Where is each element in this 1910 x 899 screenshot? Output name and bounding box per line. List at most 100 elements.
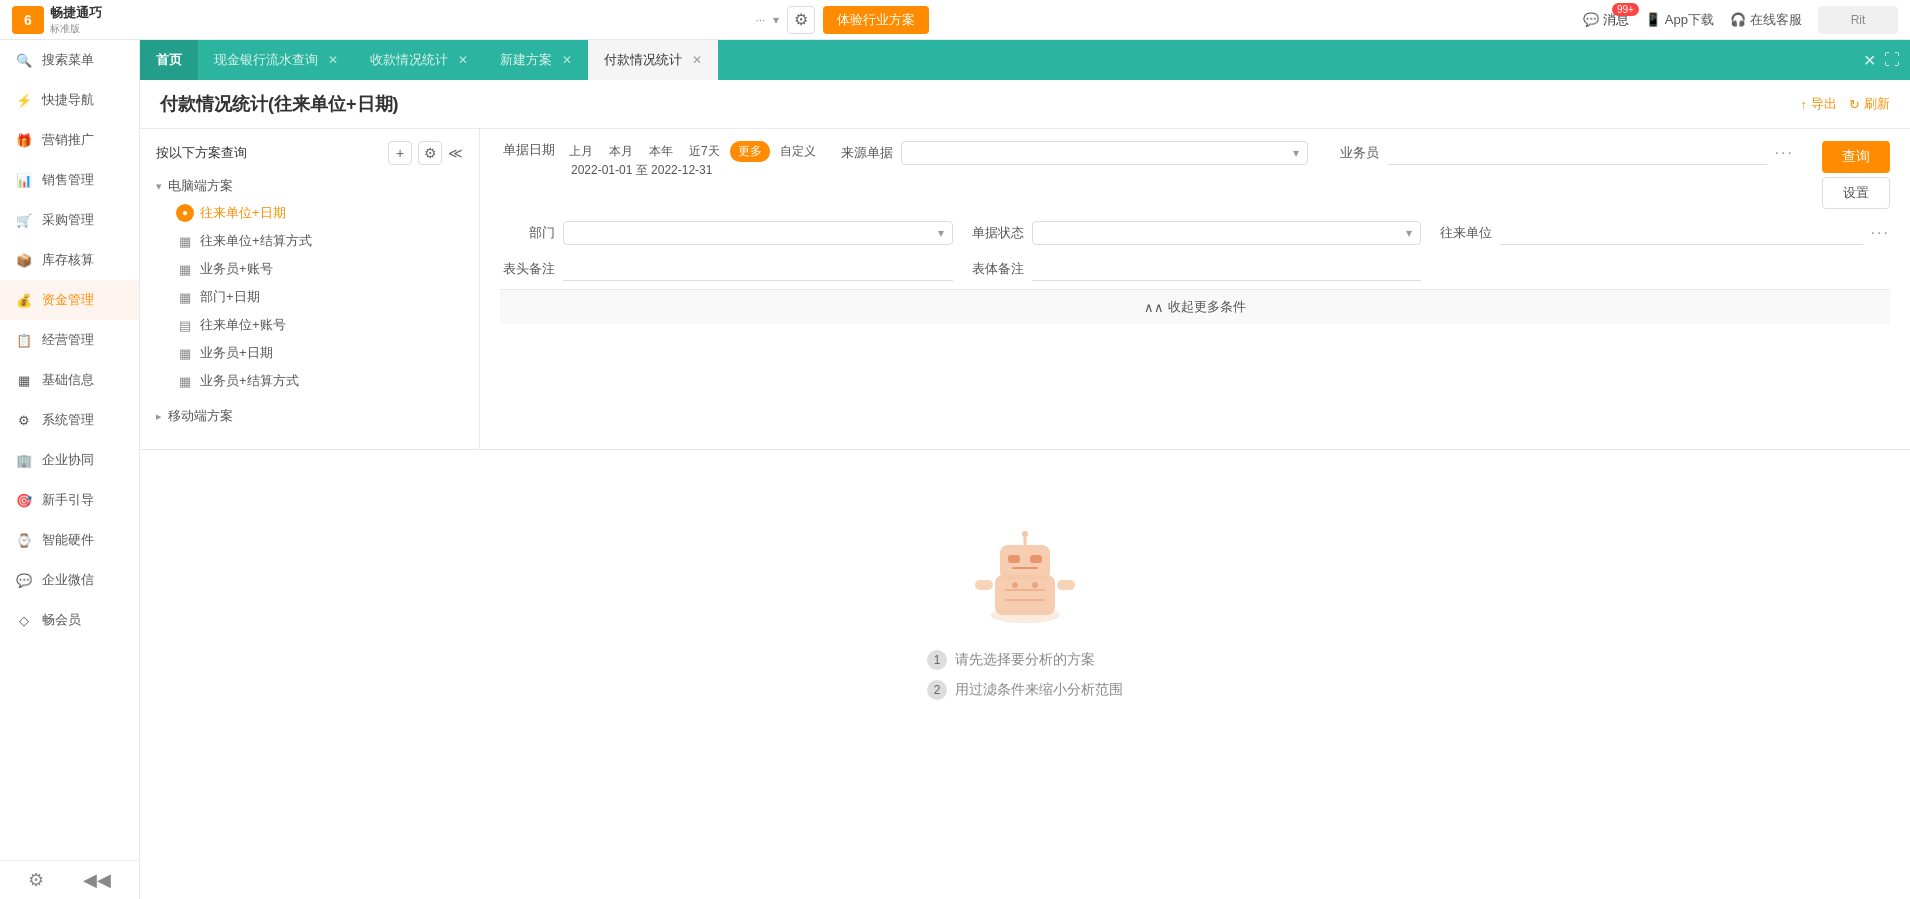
tab-bank[interactable]: 现金银行流水查询 ✕: [198, 40, 354, 80]
logo-icon: 6: [12, 6, 44, 34]
date-tab-this-month[interactable]: 本月: [603, 141, 639, 162]
date-label: 单据日期: [500, 141, 555, 159]
filter-row-2: 部门 ▾ 单据状态 ▾: [500, 221, 1890, 245]
status-select[interactable]: ▾: [1032, 221, 1422, 245]
scheme-group-desktop-header[interactable]: ▾ 电脑端方案: [156, 173, 463, 199]
date-tab-this-year[interactable]: 本年: [643, 141, 679, 162]
date-tab-custom[interactable]: 自定义: [774, 141, 822, 162]
source-select[interactable]: ▾: [901, 141, 1308, 165]
note-head-label: 表头备注: [500, 260, 555, 278]
tab-close-all[interactable]: ✕: [1863, 51, 1876, 70]
sidebar-item-enterprise[interactable]: 🏢 企业协同: [0, 440, 139, 480]
status-label: 单据状态: [969, 224, 1024, 242]
scheme-item-unit-date[interactable]: ● 往来单位+日期: [156, 199, 463, 227]
avatar[interactable]: Rit: [1818, 6, 1898, 34]
wechat-icon: 💬: [14, 570, 34, 590]
online-service[interactable]: 🎧 在线客服: [1730, 11, 1802, 29]
tab-receipt-close[interactable]: ✕: [458, 53, 468, 67]
query-button[interactable]: 查询: [1822, 141, 1890, 173]
note-body-label: 表体备注: [969, 260, 1024, 278]
sidebar-collapse-btn[interactable]: ◀◀: [83, 869, 111, 891]
sidebar-item-sales[interactable]: 📊 销售管理: [0, 160, 139, 200]
tab-receipt[interactable]: 收款情况统计 ✕: [354, 40, 484, 80]
date-tab-more[interactable]: 更多: [730, 141, 770, 162]
scheme-add-btn[interactable]: +: [388, 141, 412, 165]
partner-more-btn[interactable]: ···: [1871, 224, 1890, 242]
note-head-input[interactable]: [563, 257, 953, 281]
sidebar-item-wechat[interactable]: 💬 企业微信: [0, 560, 139, 600]
staff-input[interactable]: [1387, 141, 1767, 165]
sidebar-item-marketing[interactable]: 🎁 营销推广: [0, 120, 139, 160]
tab-maximize[interactable]: ⛶: [1884, 51, 1900, 69]
scheme-item-unit-settle[interactable]: ▦ 往来单位+结算方式: [156, 227, 463, 255]
bar-icon: ▤: [176, 316, 194, 334]
partner-input[interactable]: [1500, 221, 1862, 245]
filter-partner-field: 往来单位 ···: [1437, 221, 1890, 245]
filter-note-body-field: 表体备注: [969, 257, 1422, 281]
trial-button[interactable]: 体验行业方案: [823, 6, 929, 34]
sidebar-settings-btn[interactable]: ⚙: [28, 869, 44, 891]
empty-hint-1: 1 请先选择要分析的方案: [927, 650, 1123, 670]
tab-new-close[interactable]: ✕: [562, 53, 572, 67]
scheme-item-unit-account[interactable]: ▤ 往来单位+账号: [156, 311, 463, 339]
sidebar-item-quick-nav[interactable]: ⚡ 快捷导航: [0, 80, 139, 120]
logo-sub: 标准版: [50, 22, 102, 36]
date-tab-last-month[interactable]: 上月: [563, 141, 599, 162]
export-icon: ↑: [1801, 97, 1808, 112]
sidebar-item-purchase[interactable]: 🛒 采购管理: [0, 200, 139, 240]
refresh-button[interactable]: ↻ 刷新: [1849, 95, 1890, 113]
scheme-item-staff-account[interactable]: ▦ 业务员+账号: [156, 255, 463, 283]
scheme-config-btn[interactable]: ⚙: [418, 141, 442, 165]
tab-new-scheme[interactable]: 新建方案 ✕: [484, 40, 588, 80]
filter-note-head-field: 表头备注: [500, 257, 953, 281]
gift-icon: 🎁: [14, 130, 34, 150]
svg-rect-8: [975, 580, 993, 590]
sidebar-item-inventory[interactable]: 📦 库存核算: [0, 240, 139, 280]
desktop-expand-arrow: ▾: [156, 180, 162, 193]
tab-home[interactable]: 首页: [140, 40, 198, 80]
tab-payment-close[interactable]: ✕: [692, 53, 702, 67]
nav-icon: ⚡: [14, 90, 34, 110]
svg-rect-2: [1000, 545, 1050, 580]
breadcrumb-dropdown[interactable]: ▾: [773, 13, 779, 27]
app-download[interactable]: 📱 App下载: [1645, 11, 1714, 29]
scheme-item-staff-date[interactable]: ▦ 业务员+日期: [156, 339, 463, 367]
sidebar-item-finance[interactable]: 💰 资金管理: [0, 280, 139, 320]
collapse-more-button[interactable]: ∧∧ 收起更多条件: [508, 298, 1882, 316]
staff-more-btn[interactable]: ···: [1775, 144, 1794, 162]
tab-bank-close[interactable]: ✕: [328, 53, 338, 67]
note-body-input[interactable]: [1032, 257, 1422, 281]
svg-rect-3: [1008, 555, 1020, 563]
sidebar-item-operation[interactable]: 📋 经营管理: [0, 320, 139, 360]
app-icon: 📱: [1645, 12, 1661, 27]
page-title: 付款情况统计(往来单位+日期): [160, 92, 399, 116]
scheme-group-desktop: ▾ 电脑端方案 ● 往来单位+日期 ▦ 往来单位+结算方式: [156, 173, 463, 395]
source-select-arrow: ▾: [1293, 146, 1299, 160]
box-icon: 📦: [14, 250, 34, 270]
export-button[interactable]: ↑ 导出: [1801, 95, 1838, 113]
top-bar: 6 畅捷通巧 标准版 ··· ▾ ⚙ 体验行业方案 💬 消息 99+ 📱 App…: [0, 0, 1910, 40]
tab-payment[interactable]: 付款情况统计 ✕: [588, 40, 718, 80]
notification-area[interactable]: 💬 消息 99+: [1583, 11, 1629, 29]
date-tab-7days[interactable]: 近7天: [683, 141, 726, 162]
scheme-group-mobile-header[interactable]: ▸ 移动端方案: [156, 403, 463, 429]
sidebar-item-system[interactable]: ⚙ 系统管理: [0, 400, 139, 440]
topbar-settings-icon[interactable]: ⚙: [787, 6, 815, 34]
sidebar-item-hardware[interactable]: ⌚ 智能硬件: [0, 520, 139, 560]
settings-button[interactable]: 设置: [1822, 177, 1890, 209]
scheme-active-icon: ●: [176, 204, 194, 222]
settings-circle-icon: ⚙: [14, 410, 34, 430]
scheme-collapse-btn[interactable]: ≪: [448, 145, 463, 161]
sidebar-item-guide[interactable]: 🎯 新手引导: [0, 480, 139, 520]
scheme-item-dept-date[interactable]: ▦ 部门+日期: [156, 283, 463, 311]
sidebar-item-member[interactable]: ◇ 畅会员: [0, 600, 139, 640]
scheme-item-staff-settle[interactable]: ▦ 业务员+结算方式: [156, 367, 463, 395]
dept-select[interactable]: ▾: [563, 221, 953, 245]
dept-select-arrow: ▾: [938, 226, 944, 240]
sidebar-item-basic[interactable]: ▦ 基础信息: [0, 360, 139, 400]
finance-icon: 💰: [14, 290, 34, 310]
sidebar-item-search[interactable]: 🔍 搜索菜单: [0, 40, 139, 80]
sidebar: 🔍 搜索菜单 ⚡ 快捷导航 🎁 营销推广 📊 销售管理 🛒 采购管理 📦 库存核…: [0, 40, 140, 899]
collapse-more-bar: ∧∧ 收起更多条件: [500, 289, 1890, 324]
top-bar-left: 6 畅捷通巧 标准版: [12, 4, 102, 36]
